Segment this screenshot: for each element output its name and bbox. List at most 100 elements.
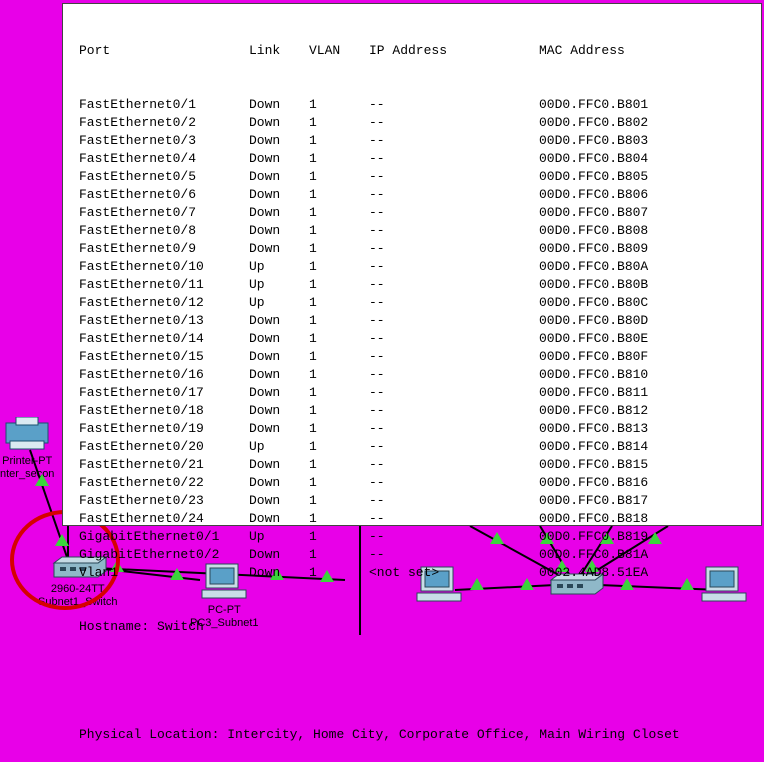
cell-vlan: 1: [309, 564, 369, 582]
cell-ip: --: [369, 330, 539, 348]
cell-port: FastEthernet0/3: [79, 132, 249, 150]
cell-link: Down: [249, 330, 309, 348]
cell-mac: 00D0.FFC0.B812: [539, 402, 757, 420]
port-row: FastEthernet0/18Down1--00D0.FFC0.B812: [79, 402, 757, 420]
cell-port: FastEthernet0/12: [79, 294, 249, 312]
cell-vlan: 1: [309, 186, 369, 204]
cell-mac: 00D0.FFC0.B803: [539, 132, 757, 150]
cell-link: Down: [249, 564, 309, 582]
cell-port: FastEthernet0/11: [79, 276, 249, 294]
cell-mac: 00D0.FFC0.B80E: [539, 330, 757, 348]
cell-ip: --: [369, 492, 539, 510]
cell-ip: --: [369, 402, 539, 420]
cell-port: Vlan1: [79, 564, 249, 582]
port-row: FastEthernet0/3Down1--00D0.FFC0.B803: [79, 132, 757, 150]
col-ip: IP Address: [369, 42, 539, 60]
cell-link: Down: [249, 186, 309, 204]
port-row: FastEthernet0/8Down1--00D0.FFC0.B808: [79, 222, 757, 240]
cell-link: Down: [249, 366, 309, 384]
cell-vlan: 1: [309, 492, 369, 510]
cell-vlan: 1: [309, 132, 369, 150]
cell-ip: --: [369, 474, 539, 492]
cell-ip: --: [369, 276, 539, 294]
cell-ip: --: [369, 456, 539, 474]
cell-vlan: 1: [309, 150, 369, 168]
cell-link: Down: [249, 510, 309, 528]
cell-link: Down: [249, 312, 309, 330]
port-row: FastEthernet0/20Up1--00D0.FFC0.B814: [79, 438, 757, 456]
cell-port: FastEthernet0/2: [79, 114, 249, 132]
cell-vlan: 1: [309, 222, 369, 240]
cell-mac: 00D0.FFC0.B809: [539, 240, 757, 258]
cell-vlan: 1: [309, 240, 369, 258]
cell-mac: 0002.4AD8.51EA: [539, 564, 757, 582]
cell-mac: 00D0.FFC0.B80C: [539, 294, 757, 312]
device-printer[interactable]: Printer-PTnter_secon: [0, 417, 54, 480]
cell-ip: --: [369, 168, 539, 186]
cell-vlan: 1: [309, 276, 369, 294]
cell-link: Down: [249, 96, 309, 114]
cell-mac: 00D0.FFC0.B813: [539, 420, 757, 438]
cell-port: FastEthernet0/23: [79, 492, 249, 510]
cell-ip: --: [369, 132, 539, 150]
cell-port: FastEthernet0/6: [79, 186, 249, 204]
port-row: FastEthernet0/14Down1--00D0.FFC0.B80E: [79, 330, 757, 348]
port-row: FastEthernet0/2Down1--00D0.FFC0.B802: [79, 114, 757, 132]
cell-link: Down: [249, 420, 309, 438]
cell-port: FastEthernet0/15: [79, 348, 249, 366]
cell-ip: --: [369, 204, 539, 222]
cell-port: FastEthernet0/22: [79, 474, 249, 492]
cell-mac: 00D0.FFC0.B817: [539, 492, 757, 510]
cell-ip: --: [369, 384, 539, 402]
cell-ip: --: [369, 240, 539, 258]
cell-ip: --: [369, 420, 539, 438]
cell-port: FastEthernet0/10: [79, 258, 249, 276]
cell-link: Down: [249, 150, 309, 168]
cell-vlan: 1: [309, 510, 369, 528]
cell-link: Up: [249, 258, 309, 276]
cell-ip: --: [369, 96, 539, 114]
port-row: FastEthernet0/16Down1--00D0.FFC0.B810: [79, 366, 757, 384]
cell-ip: --: [369, 348, 539, 366]
col-vlan: VLAN: [309, 42, 369, 60]
cell-link: Up: [249, 294, 309, 312]
cell-mac: 00D0.FFC0.B805: [539, 168, 757, 186]
port-row: FastEthernet0/6Down1--00D0.FFC0.B806: [79, 186, 757, 204]
cell-vlan: 1: [309, 258, 369, 276]
cell-ip: --: [369, 258, 539, 276]
cell-mac: 00D0.FFC0.B802: [539, 114, 757, 132]
cell-mac: 00D0.FFC0.B81A: [539, 546, 757, 564]
cell-vlan: 1: [309, 384, 369, 402]
cell-mac: 00D0.FFC0.B801: [539, 96, 757, 114]
cell-port: FastEthernet0/24: [79, 510, 249, 528]
cell-vlan: 1: [309, 546, 369, 564]
cell-link: Down: [249, 114, 309, 132]
cell-port: FastEthernet0/18: [79, 402, 249, 420]
cell-link: Up: [249, 438, 309, 456]
cell-mac: 00D0.FFC0.B819: [539, 528, 757, 546]
cell-link: Down: [249, 222, 309, 240]
port-table-header: Port Link VLAN IP Address MAC Address: [79, 42, 757, 60]
port-row: FastEthernet0/22Down1--00D0.FFC0.B816: [79, 474, 757, 492]
cell-mac: 00D0.FFC0.B816: [539, 474, 757, 492]
cell-link: Down: [249, 546, 309, 564]
col-mac: MAC Address: [539, 42, 757, 60]
cell-mac: 00D0.FFC0.B80D: [539, 312, 757, 330]
switch-status-popup[interactable]: Port Link VLAN IP Address MAC Address Fa…: [62, 3, 762, 526]
cell-link: Down: [249, 168, 309, 186]
cell-link: Up: [249, 528, 309, 546]
cell-link: Down: [249, 402, 309, 420]
cell-ip: --: [369, 510, 539, 528]
printer-icon: [2, 417, 52, 453]
cell-mac: 00D0.FFC0.B814: [539, 438, 757, 456]
port-row: FastEthernet0/9Down1--00D0.FFC0.B809: [79, 240, 757, 258]
link-status-icon: [35, 474, 49, 486]
cell-vlan: 1: [309, 330, 369, 348]
col-port: Port: [79, 42, 249, 60]
col-link: Link: [249, 42, 309, 60]
cell-vlan: 1: [309, 348, 369, 366]
cell-link: Down: [249, 240, 309, 258]
port-row: FastEthernet0/12Up1--00D0.FFC0.B80C: [79, 294, 757, 312]
cell-port: FastEthernet0/8: [79, 222, 249, 240]
cell-link: Down: [249, 456, 309, 474]
